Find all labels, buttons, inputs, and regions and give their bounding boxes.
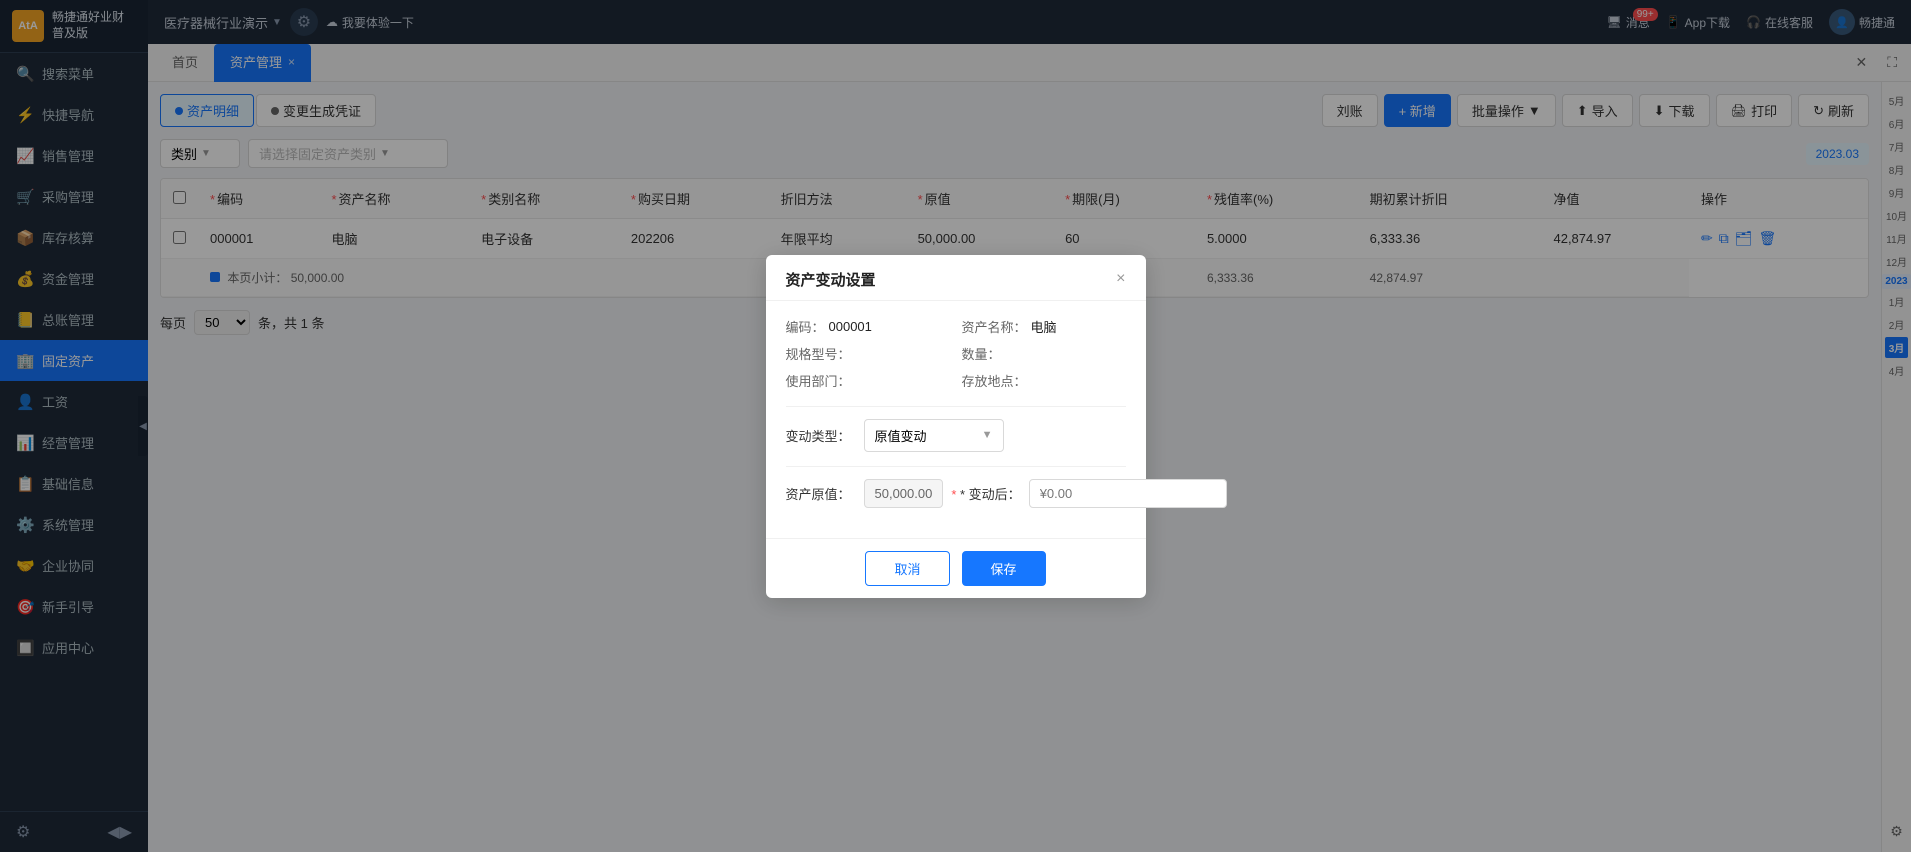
dialog-value-row: 资产原值： 50,000.00 * * 变动后： (786, 479, 1126, 508)
asset-change-dialog: 资产变动设置 × 编码： 000001 资产名称： 电脑 规格型号： 数量： (766, 255, 1146, 598)
dialog-info-grid: 编码： 000001 资产名称： 电脑 规格型号： 数量： 使用部门： (786, 317, 1126, 390)
dialog-name-field: 资产名称： 电脑 (962, 317, 1126, 336)
change-type-chevron-icon: ▼ (982, 429, 993, 441)
dialog-quantity-field: 数量： (962, 344, 1126, 363)
dialog-header: 资产变动设置 × (766, 255, 1146, 301)
dialog-location-field: 存放地点： (962, 371, 1126, 390)
dialog-code-field: 编码： 000001 (786, 317, 950, 336)
dialog-spec-field: 规格型号： (786, 344, 950, 363)
dialog-close-btn[interactable]: × (1116, 270, 1125, 288)
dialog-divider-1 (786, 406, 1126, 407)
dialog-divider-2 (786, 466, 1126, 467)
original-value-display: 50,000.00 (864, 479, 944, 508)
after-value-input[interactable] (1029, 479, 1227, 508)
save-button[interactable]: 保存 (962, 551, 1046, 586)
after-label: * * 变动后： (951, 484, 1020, 503)
dialog-body: 编码： 000001 资产名称： 电脑 规格型号： 数量： 使用部门： (766, 301, 1146, 538)
cancel-button[interactable]: 取消 (865, 551, 949, 586)
dialog-dept-field: 使用部门： (786, 371, 950, 390)
dialog-title: 资产变动设置 (786, 269, 876, 290)
dialog-overlay: 资产变动设置 × 编码： 000001 资产名称： 电脑 规格型号： 数量： (0, 0, 1911, 852)
dialog-change-type-row: 变动类型： 原值变动 ▼ (786, 419, 1126, 452)
dialog-footer: 取消 保存 (766, 538, 1146, 598)
change-type-select[interactable]: 原值变动 ▼ (864, 419, 1004, 452)
